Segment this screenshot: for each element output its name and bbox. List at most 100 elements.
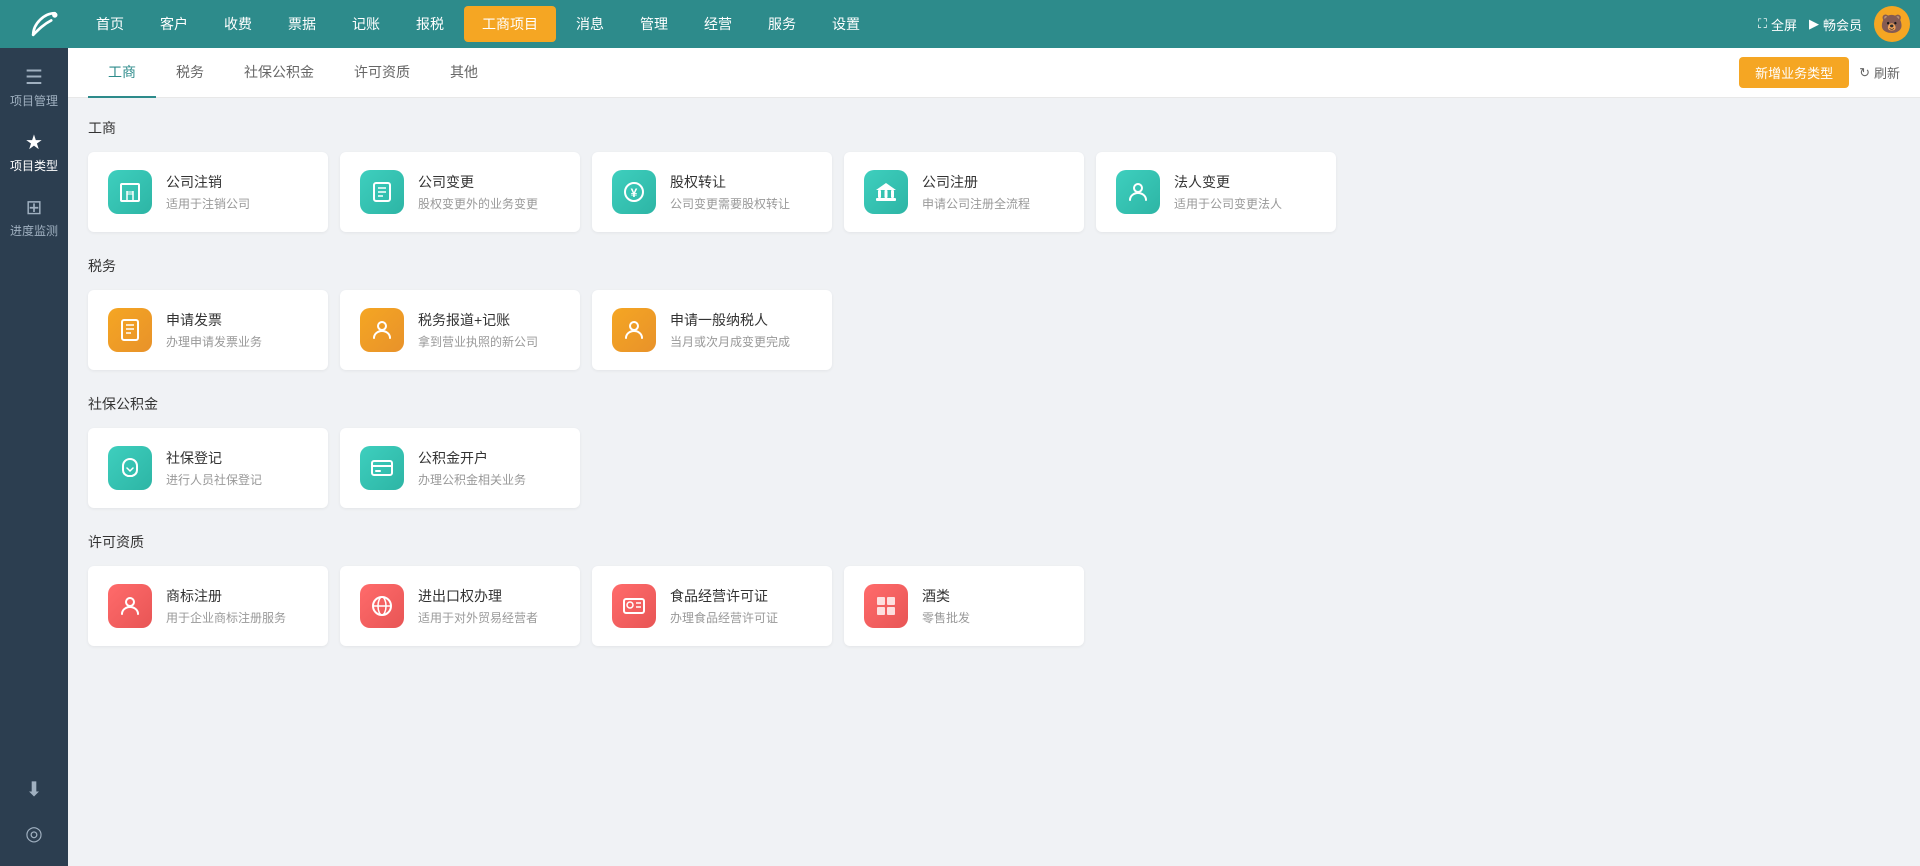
nav-item-首页[interactable]: 首页	[78, 0, 142, 48]
card-desc: 公司变更需要股权转让	[670, 196, 812, 213]
card-desc: 进行人员社保登记	[166, 472, 308, 489]
card-desc: 当月或次月成变更完成	[670, 334, 812, 351]
card-title: 公司注册	[922, 172, 1064, 192]
sidebar-item-progress[interactable]: ⊞ 进度监测	[0, 186, 68, 251]
nav-item-报税[interactable]: 报税	[398, 0, 462, 48]
star-icon: ★	[25, 133, 43, 153]
card-text: 税务报道+记账拿到营业执照的新公司	[418, 310, 560, 351]
card-进出口权办理[interactable]: 进出口权办理适用于对外贸易经营者	[340, 566, 580, 646]
section-title: 税务	[88, 256, 1900, 276]
card-法人变更[interactable]: 法人变更适用于公司变更法人	[1096, 152, 1336, 232]
nav-item-票据[interactable]: 票据	[270, 0, 334, 48]
refresh-button[interactable]: ↻ 刷新	[1859, 63, 1900, 82]
section-title: 社保公积金	[88, 394, 1900, 414]
fullscreen-button[interactable]: ⛶ 全屏	[1758, 15, 1797, 34]
card-text: 商标注册用于企业商标注册服务	[166, 586, 308, 627]
nav-item-工商项目[interactable]: 工商项目	[464, 6, 556, 42]
tab-税务[interactable]: 税务	[156, 48, 224, 98]
nav-item-设置[interactable]: 设置	[814, 0, 878, 48]
card-text: 公司变更股权变更外的业务变更	[418, 172, 560, 213]
card-icon: ¥	[612, 170, 656, 214]
section-社保公积金: 社保公积金社保登记进行人员社保登记公积金开户办理公积金相关业务	[88, 394, 1900, 508]
card-title: 公司注销	[166, 172, 308, 192]
cards-grid: 申请发票办理申请发票业务 税务报道+记账拿到营业执照的新公司 申请一般纳税人当月或次…	[88, 290, 1900, 370]
card-desc: 适用于公司变更法人	[1174, 196, 1316, 213]
tab-许可资质[interactable]: 许可资质	[334, 48, 430, 98]
card-desc: 用于企业商标注册服务	[166, 610, 308, 627]
card-title: 进出口权办理	[418, 586, 560, 606]
card-icon	[1116, 170, 1160, 214]
nav-menu: 首页客户收费票据记账报税工商项目消息管理经营服务设置	[78, 0, 1758, 48]
card-title: 税务报道+记账	[418, 310, 560, 330]
sidebar: ☰ 项目管理 ★ 项目类型 ⊞ 进度监测 ⬇ ◎	[0, 48, 68, 866]
card-text: 酒类零售批发	[922, 586, 1064, 627]
sidebar-bottom: ⬇ ◎	[0, 768, 68, 866]
card-股权转让[interactable]: ¥ 股权转让公司变更需要股权转让	[592, 152, 832, 232]
card-desc: 申请公司注册全流程	[922, 196, 1064, 213]
card-text: 法人变更适用于公司变更法人	[1174, 172, 1316, 213]
card-商标注册[interactable]: 商标注册用于企业商标注册服务	[88, 566, 328, 646]
card-公司注销[interactable]: 公司注销适用于注销公司	[88, 152, 328, 232]
card-icon	[612, 584, 656, 628]
main-layout: ☰ 项目管理 ★ 项目类型 ⊞ 进度监测 ⬇ ◎ 工商税务社保公积金许可资质其他…	[0, 48, 1920, 866]
tab-bar: 工商税务社保公积金许可资质其他 新增业务类型 ↻ 刷新	[68, 48, 1920, 98]
card-食品经营许可证[interactable]: 食品经营许可证办理食品经营许可证	[592, 566, 832, 646]
download-icon: ⬇	[26, 780, 43, 800]
card-title: 股权转让	[670, 172, 812, 192]
card-酒类[interactable]: 酒类零售批发	[844, 566, 1084, 646]
card-text: 股权转让公司变更需要股权转让	[670, 172, 812, 213]
section-title: 许可资质	[88, 532, 1900, 552]
card-税务报道+记账[interactable]: 税务报道+记账拿到营业执照的新公司	[340, 290, 580, 370]
nav-item-记账[interactable]: 记账	[334, 0, 398, 48]
card-text: 公司注册申请公司注册全流程	[922, 172, 1064, 213]
nav-item-经营[interactable]: 经营	[686, 0, 750, 48]
card-desc: 适用于注销公司	[166, 196, 308, 213]
card-icon	[612, 308, 656, 352]
vip-button[interactable]: ▶ 畅会员	[1809, 15, 1862, 34]
location-icon: ◎	[25, 824, 42, 844]
nav-item-服务[interactable]: 服务	[750, 0, 814, 48]
sidebar-item-project-type[interactable]: ★ 项目类型	[0, 121, 68, 186]
tabs-container: 工商税务社保公积金许可资质其他	[88, 48, 498, 97]
card-icon	[108, 308, 152, 352]
card-申请一般纳税人[interactable]: 申请一般纳税人当月或次月成变更完成	[592, 290, 832, 370]
card-desc: 股权变更外的业务变更	[418, 196, 560, 213]
card-text: 公司注销适用于注销公司	[166, 172, 308, 213]
refresh-icon: ↻	[1859, 65, 1870, 81]
card-title: 申请一般纳税人	[670, 310, 812, 330]
card-icon	[864, 584, 908, 628]
card-申请发票[interactable]: 申请发票办理申请发票业务	[88, 290, 328, 370]
card-title: 法人变更	[1174, 172, 1316, 192]
nav-item-管理[interactable]: 管理	[622, 0, 686, 48]
sidebar-settings[interactable]: ◎	[0, 812, 68, 856]
tab-其他[interactable]: 其他	[430, 48, 498, 98]
card-title: 申请发票	[166, 310, 308, 330]
vip-icon: ▶	[1809, 16, 1819, 32]
nav-item-消息[interactable]: 消息	[558, 0, 622, 48]
card-text: 申请发票办理申请发票业务	[166, 310, 308, 351]
card-title: 公积金开户	[418, 448, 560, 468]
sidebar-label-progress: 进度监测	[10, 222, 58, 239]
section-title: 工商	[88, 118, 1900, 138]
top-navigation: 首页客户收费票据记账报税工商项目消息管理经营服务设置 ⛶ 全屏 ▶ 畅会员 🐻	[0, 0, 1920, 48]
sidebar-download[interactable]: ⬇	[0, 768, 68, 812]
tab-工商[interactable]: 工商	[88, 48, 156, 98]
new-type-button[interactable]: 新增业务类型	[1739, 57, 1849, 88]
tab-right-actions: 新增业务类型 ↻ 刷新	[1739, 57, 1900, 88]
sidebar-item-project-management[interactable]: ☰ 项目管理	[0, 56, 68, 121]
card-公司注册[interactable]: 公司注册申请公司注册全流程	[844, 152, 1084, 232]
avatar[interactable]: 🐻	[1874, 6, 1910, 42]
logo-icon	[26, 6, 62, 42]
card-icon	[360, 308, 404, 352]
refresh-label: 刷新	[1874, 63, 1900, 82]
nav-item-客户[interactable]: 客户	[142, 0, 206, 48]
card-公司变更[interactable]: 公司变更股权变更外的业务变更	[340, 152, 580, 232]
card-公积金开户[interactable]: 公积金开户办理公积金相关业务	[340, 428, 580, 508]
nav-item-收费[interactable]: 收费	[206, 0, 270, 48]
card-text: 申请一般纳税人当月或次月成变更完成	[670, 310, 812, 351]
card-icon	[108, 584, 152, 628]
card-社保登记[interactable]: 社保登记进行人员社保登记	[88, 428, 328, 508]
card-icon	[360, 446, 404, 490]
cards-grid: 商标注册用于企业商标注册服务进出口权办理适用于对外贸易经营者食品经营许可证办理食…	[88, 566, 1900, 646]
tab-社保公积金[interactable]: 社保公积金	[224, 48, 334, 98]
